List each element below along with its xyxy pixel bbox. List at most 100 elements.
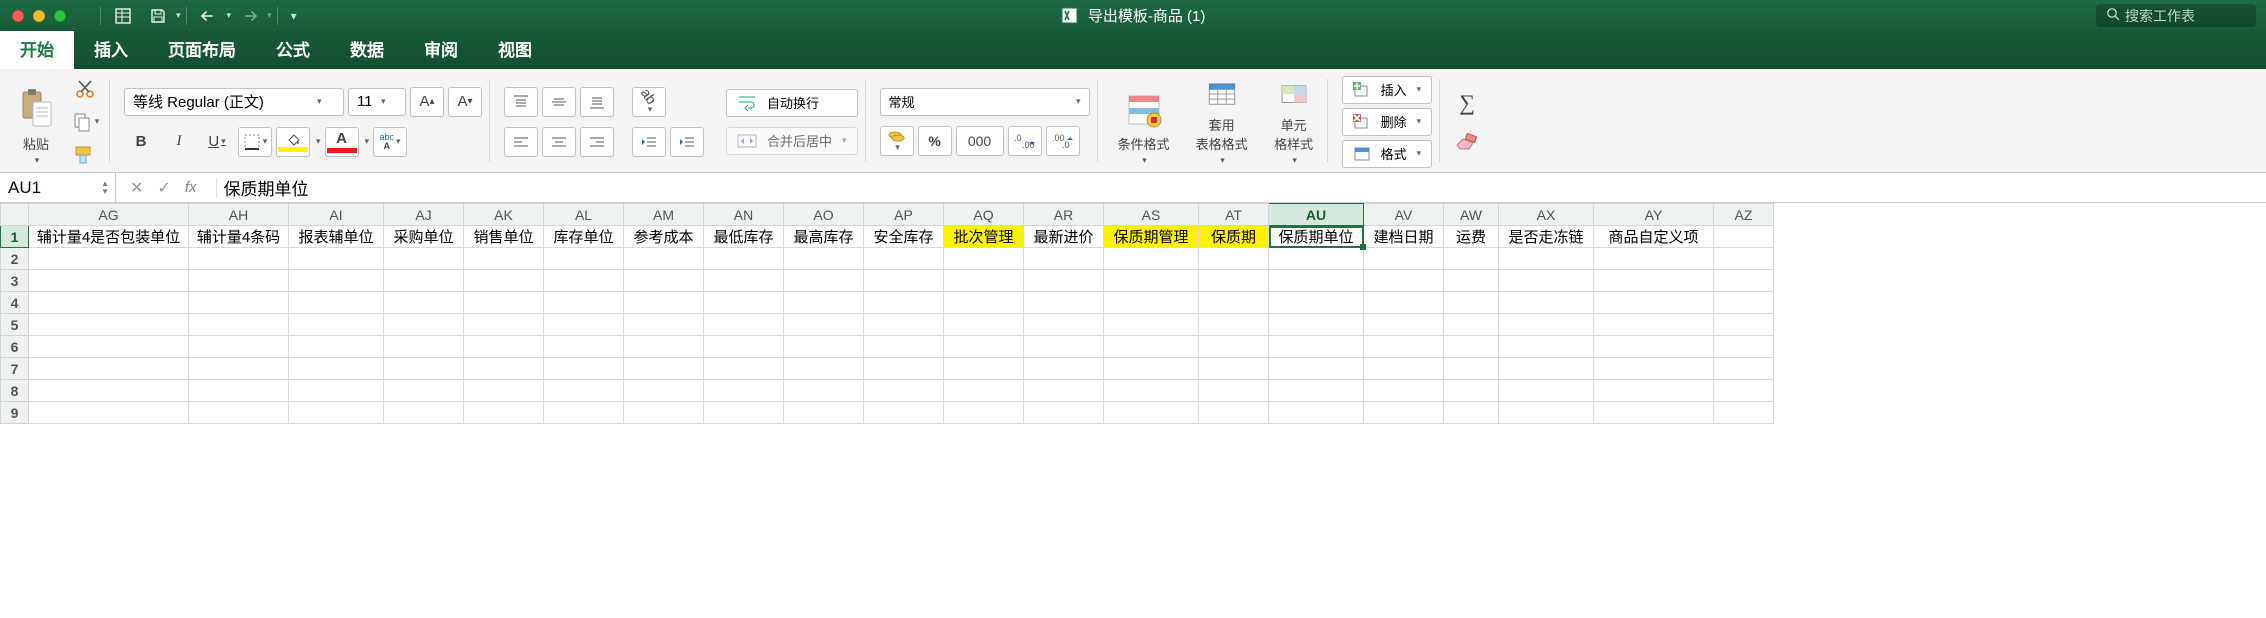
column-header[interactable]: AJ: [384, 204, 464, 226]
cell[interactable]: [289, 314, 384, 336]
cell[interactable]: [1024, 314, 1104, 336]
cell[interactable]: [1594, 270, 1714, 292]
spreadsheet-grid[interactable]: AGAHAIAJAKALAMANAOAPAQARASATAUAVAWAXAYAZ…: [0, 203, 2266, 424]
cell[interactable]: [784, 292, 864, 314]
column-header[interactable]: AS: [1104, 204, 1199, 226]
cell[interactable]: [1104, 270, 1199, 292]
wrap-text-button[interactable]: 自动换行: [726, 89, 858, 117]
cell[interactable]: [189, 380, 289, 402]
cell[interactable]: 保质期: [1199, 226, 1269, 248]
cell[interactable]: [1104, 292, 1199, 314]
column-header[interactable]: AK: [464, 204, 544, 226]
cell[interactable]: 安全库存: [864, 226, 944, 248]
tab-insert[interactable]: 插入: [74, 27, 148, 69]
increase-font-icon[interactable]: A▴: [410, 87, 444, 117]
cell[interactable]: 运费: [1444, 226, 1499, 248]
cancel-formula-icon[interactable]: ✕: [130, 178, 143, 198]
cell[interactable]: [289, 292, 384, 314]
column-header[interactable]: AL: [544, 204, 624, 226]
cell[interactable]: 最高库存: [784, 226, 864, 248]
decrease-indent-icon[interactable]: [632, 127, 666, 157]
cell[interactable]: [384, 358, 464, 380]
column-header[interactable]: AW: [1444, 204, 1499, 226]
cell[interactable]: [864, 292, 944, 314]
number-format-select[interactable]: 常规▾: [880, 88, 1090, 116]
cell[interactable]: [1199, 248, 1269, 270]
cell[interactable]: [289, 358, 384, 380]
italic-button[interactable]: I: [162, 127, 196, 157]
cell[interactable]: [1269, 248, 1364, 270]
cell[interactable]: 库存单位: [544, 226, 624, 248]
align-middle-icon[interactable]: [542, 87, 576, 117]
cell[interactable]: [1714, 226, 1774, 248]
cell[interactable]: [1104, 402, 1199, 424]
cell[interactable]: [1444, 248, 1499, 270]
cell[interactable]: [624, 402, 704, 424]
cell[interactable]: [944, 270, 1024, 292]
cell[interactable]: [944, 248, 1024, 270]
cell[interactable]: [29, 248, 189, 270]
align-right-icon[interactable]: [580, 127, 614, 157]
cell[interactable]: [189, 270, 289, 292]
cell[interactable]: 是否走冻链: [1499, 226, 1594, 248]
cell[interactable]: [29, 292, 189, 314]
cell[interactable]: [289, 336, 384, 358]
cell[interactable]: 参考成本: [624, 226, 704, 248]
cell[interactable]: [1269, 270, 1364, 292]
cell[interactable]: 采购单位: [384, 226, 464, 248]
cell[interactable]: [1714, 314, 1774, 336]
increase-decimal-icon[interactable]: .0.00: [1008, 126, 1042, 156]
cut-icon[interactable]: [68, 75, 102, 102]
clear-icon[interactable]: [1450, 126, 1484, 156]
cell[interactable]: [544, 336, 624, 358]
cell[interactable]: 销售单位: [464, 226, 544, 248]
column-header[interactable]: AV: [1364, 204, 1444, 226]
cell[interactable]: [864, 270, 944, 292]
search-box[interactable]: [2096, 4, 2256, 27]
row-header[interactable]: 4: [1, 292, 29, 314]
cell[interactable]: [1199, 358, 1269, 380]
cell[interactable]: [1714, 270, 1774, 292]
cell[interactable]: [289, 402, 384, 424]
tab-home[interactable]: 开始: [0, 27, 74, 69]
cell[interactable]: [1499, 270, 1594, 292]
cell[interactable]: 辅计量4是否包装单位: [29, 226, 189, 248]
cell[interactable]: [1104, 314, 1199, 336]
cell[interactable]: [189, 358, 289, 380]
name-box-stepper[interactable]: ▲▼: [101, 180, 109, 196]
cell[interactable]: [29, 402, 189, 424]
name-box[interactable]: ▲▼: [0, 173, 116, 202]
cell[interactable]: [1364, 336, 1444, 358]
cell[interactable]: [784, 402, 864, 424]
name-box-input[interactable]: [6, 178, 76, 198]
cell[interactable]: [464, 314, 544, 336]
cell[interactable]: [944, 358, 1024, 380]
cell[interactable]: [784, 314, 864, 336]
cell[interactable]: [1444, 270, 1499, 292]
cell[interactable]: [624, 270, 704, 292]
cell[interactable]: [1024, 402, 1104, 424]
close-window-button[interactable]: [12, 10, 24, 22]
column-header[interactable]: AZ: [1714, 204, 1774, 226]
cell[interactable]: [1024, 336, 1104, 358]
cell[interactable]: [1199, 314, 1269, 336]
cell[interactable]: [944, 402, 1024, 424]
cell[interactable]: [29, 358, 189, 380]
font-size-input[interactable]: [349, 93, 379, 110]
cell[interactable]: [1199, 270, 1269, 292]
cell[interactable]: [1364, 402, 1444, 424]
cell[interactable]: [624, 380, 704, 402]
cell[interactable]: [464, 402, 544, 424]
cell[interactable]: [29, 270, 189, 292]
cell[interactable]: [864, 314, 944, 336]
cell[interactable]: [784, 358, 864, 380]
cell[interactable]: [1269, 314, 1364, 336]
cell[interactable]: [944, 314, 1024, 336]
column-header[interactable]: AM: [624, 204, 704, 226]
column-header[interactable]: AI: [289, 204, 384, 226]
cell[interactable]: [784, 248, 864, 270]
tab-formulas[interactable]: 公式: [256, 27, 330, 69]
cell[interactable]: [704, 248, 784, 270]
phonetic-button[interactable]: abcA▾: [373, 127, 407, 157]
merge-center-button[interactable]: 合并后居中 ▾: [726, 127, 858, 155]
